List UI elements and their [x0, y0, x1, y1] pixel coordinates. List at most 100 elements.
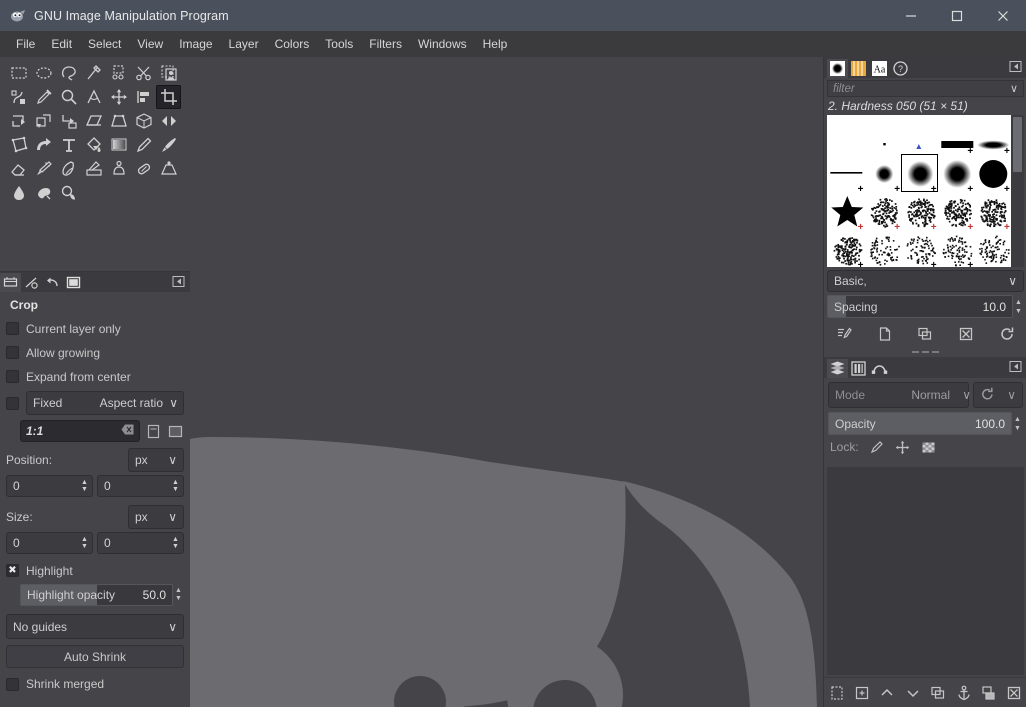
- lower-layer-icon[interactable]: [903, 682, 923, 704]
- position-x-input[interactable]: 0 ▲ ▼: [6, 475, 93, 497]
- ellipse-select-icon[interactable]: [31, 61, 56, 85]
- airbrush-icon[interactable]: [31, 157, 56, 181]
- color-picker-icon[interactable]: [31, 85, 56, 109]
- checkbox-current-layer-only[interactable]: [6, 322, 19, 335]
- cage-transform-icon[interactable]: [6, 133, 31, 157]
- delete-layer-icon[interactable]: [1004, 682, 1024, 704]
- smudge-icon[interactable]: [31, 181, 56, 205]
- perspective-clone-icon[interactable]: [156, 157, 181, 181]
- position-unit-combo[interactable]: px ∨: [128, 448, 184, 472]
- layer-mode-group-button[interactable]: ∨: [973, 382, 1023, 408]
- free-select-icon[interactable]: [56, 61, 81, 85]
- dock-menu-icon[interactable]: [1008, 359, 1023, 374]
- option-current-layer-only[interactable]: Current layer only: [6, 317, 184, 340]
- auto-shrink-button[interactable]: Auto Shrink: [6, 645, 184, 668]
- foreground-select-icon[interactable]: [156, 61, 181, 85]
- unified-transform-icon[interactable]: [31, 109, 56, 133]
- brush-filter-input[interactable]: filter ∨: [827, 80, 1024, 97]
- highlight-opacity-slider[interactable]: Highlight opacity 50.0: [20, 584, 173, 606]
- brush-item[interactable]: [866, 117, 903, 155]
- position-y-input[interactable]: 0 ▲ ▼: [97, 475, 184, 497]
- move-icon[interactable]: [106, 85, 131, 109]
- menu-view[interactable]: View: [129, 34, 171, 54]
- clear-entry-icon[interactable]: [121, 424, 134, 438]
- merge-layer-icon[interactable]: [979, 682, 999, 704]
- dock-menu-icon[interactable]: [171, 274, 186, 289]
- brush-item[interactable]: [829, 117, 866, 155]
- checkbox-allow-growing[interactable]: [6, 346, 19, 359]
- fuzzy-select-icon[interactable]: [81, 61, 106, 85]
- spinner-arrows-icon[interactable]: ▲ ▼: [173, 587, 184, 603]
- minimize-button[interactable]: [888, 0, 934, 31]
- text-icon[interactable]: [56, 133, 81, 157]
- zoom-icon[interactable]: [56, 85, 81, 109]
- dock-menu-icon[interactable]: [1008, 59, 1023, 74]
- menu-filters[interactable]: Filters: [361, 34, 410, 54]
- anchor-layer-icon[interactable]: [954, 682, 974, 704]
- chevron-down-icon[interactable]: ∨: [1010, 82, 1018, 95]
- new-layer-group-icon[interactable]: [852, 682, 872, 704]
- eraser-icon[interactable]: [6, 157, 31, 181]
- brush-item[interactable]: [902, 117, 939, 155]
- tab-tool-options[interactable]: [0, 273, 21, 292]
- fixed-aspect-combo[interactable]: Fixed Aspect ratio ∨: [26, 391, 184, 415]
- spinner-arrows-icon[interactable]: ▲ ▼: [170, 536, 181, 550]
- brush-spacing-slider[interactable]: Spacing 10.0: [827, 295, 1013, 318]
- tab-paths[interactable]: [869, 359, 890, 378]
- menu-help[interactable]: Help: [475, 34, 516, 54]
- tab-channels[interactable]: [848, 359, 869, 378]
- align-icon[interactable]: [131, 85, 156, 109]
- size-height-input[interactable]: 0 ▲ ▼: [97, 532, 184, 554]
- tab-document-history[interactable]: ?: [890, 59, 911, 78]
- 3d-transform-icon[interactable]: [131, 109, 156, 133]
- menu-tools[interactable]: Tools: [317, 34, 361, 54]
- duplicate-layer-icon[interactable]: [928, 682, 948, 704]
- shear-icon[interactable]: [81, 109, 106, 133]
- option-fixed[interactable]: Fixed Aspect ratio ∨: [6, 389, 184, 417]
- tab-fonts[interactable]: Aa: [869, 59, 890, 78]
- spinner-arrows-icon[interactable]: ▲ ▼: [170, 479, 181, 493]
- size-unit-combo[interactable]: px ∨: [128, 505, 184, 529]
- spinner-arrows-icon[interactable]: ▲ ▼: [1012, 415, 1023, 433]
- canvas-area[interactable]: [190, 57, 823, 707]
- rectangle-select-icon[interactable]: [6, 61, 31, 85]
- checkbox-shrink-merged[interactable]: [6, 677, 19, 691]
- menu-layer[interactable]: Layer: [221, 34, 267, 54]
- tab-images[interactable]: [63, 273, 84, 292]
- scissors-select-icon[interactable]: [131, 61, 156, 85]
- edit-brush-icon[interactable]: [831, 323, 857, 345]
- heal-icon[interactable]: [131, 157, 156, 181]
- maximize-button[interactable]: [934, 0, 980, 31]
- dodge-burn-icon[interactable]: [56, 181, 81, 205]
- flip-icon[interactable]: [156, 109, 181, 133]
- blur-sharpen-icon[interactable]: [6, 181, 31, 205]
- menu-colors[interactable]: Colors: [267, 34, 318, 54]
- measure-icon[interactable]: [81, 85, 106, 109]
- perspective-icon[interactable]: [106, 109, 131, 133]
- pencil-icon[interactable]: [131, 133, 156, 157]
- new-brush-icon[interactable]: [872, 323, 898, 345]
- landscape-orientation-icon[interactable]: [166, 421, 184, 441]
- rotate-icon[interactable]: [6, 109, 31, 133]
- spinner-arrows-icon[interactable]: ▲ ▼: [79, 479, 90, 493]
- ink-icon[interactable]: [56, 157, 81, 181]
- menu-image[interactable]: Image: [171, 34, 220, 54]
- handle-transform-icon[interactable]: [56, 109, 81, 133]
- clone-icon[interactable]: [106, 157, 131, 181]
- guides-combo[interactable]: No guides ∨: [6, 614, 184, 639]
- layer-mode-combo[interactable]: Mode Normal ∨: [828, 382, 971, 408]
- spinner-arrows-icon[interactable]: ▲ ▼: [1013, 298, 1024, 316]
- option-allow-growing[interactable]: Allow growing: [6, 341, 184, 364]
- brush-item[interactable]: [866, 231, 903, 267]
- select-by-color-icon[interactable]: [106, 61, 131, 85]
- option-highlight[interactable]: ✖ Highlight: [6, 560, 184, 581]
- lock-pixels-icon[interactable]: [869, 439, 885, 455]
- bucket-fill-icon[interactable]: [81, 133, 106, 157]
- dock-resize-grip[interactable]: [824, 347, 1026, 356]
- mypaint-brush-icon[interactable]: [81, 157, 106, 181]
- lock-position-icon[interactable]: [895, 439, 911, 455]
- brush-grid[interactable]: + + + + + + + + + + + + + + +: [827, 115, 1024, 267]
- delete-brush-icon[interactable]: [953, 323, 979, 345]
- size-width-input[interactable]: 0 ▲ ▼: [6, 532, 93, 554]
- gradient-icon[interactable]: [106, 133, 131, 157]
